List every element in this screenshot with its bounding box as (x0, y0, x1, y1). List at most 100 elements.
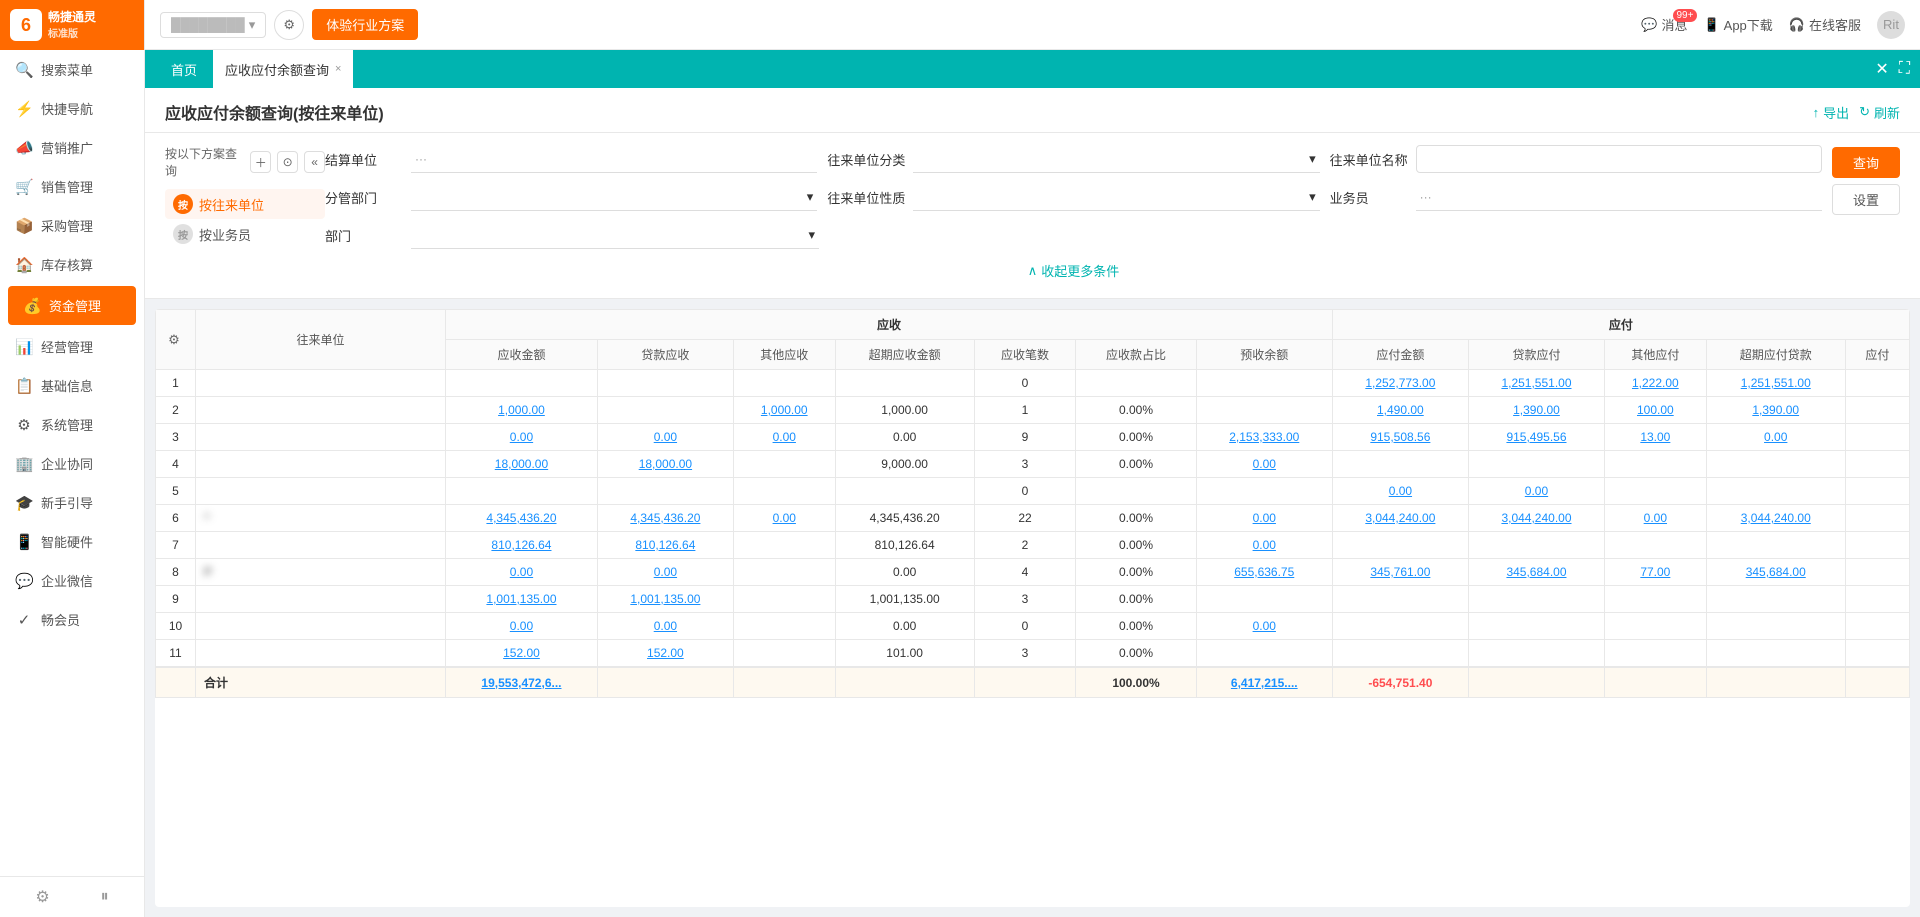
row-ar-amount[interactable]: 1,001,135.00 (446, 586, 598, 613)
row-ar-amount[interactable]: 0.00 (446, 559, 598, 586)
partner-name-input[interactable] (1416, 145, 1822, 173)
row-ar-prepaid[interactable]: 2,153,333.00 (1196, 424, 1332, 451)
footer-ar-prepaid[interactable]: 6,417,215.... (1196, 667, 1332, 698)
sidebar-item-member[interactable]: ✓ 畅会员 (0, 600, 144, 639)
row-ap-overdue[interactable]: 3,044,240.00 (1706, 505, 1845, 532)
row-ar-prepaid[interactable] (1196, 640, 1332, 668)
row-ar-prepaid[interactable]: 655,636.75 (1196, 559, 1332, 586)
row-ap-overdue[interactable] (1706, 451, 1845, 478)
sidebar-item-search[interactable]: 🔍 搜索菜单 (0, 50, 144, 89)
row-ap-amount[interactable]: 1,490.00 (1332, 397, 1468, 424)
user-avatar[interactable]: Rit (1877, 11, 1905, 39)
close-window-icon[interactable]: ✕ (1875, 59, 1888, 79)
collapse-scheme-button[interactable]: « (304, 151, 325, 173)
industry-button[interactable]: 体验行业方案 (312, 9, 418, 40)
row-ap-overdue[interactable]: 1,390.00 (1706, 397, 1845, 424)
col-settings-icon[interactable]: ⚙ (164, 330, 184, 350)
row-ar-amount[interactable]: 1,000.00 (446, 397, 598, 424)
row-ar-amount[interactable]: 0.00 (446, 424, 598, 451)
sidebar-item-finance[interactable]: 💰 资金管理 (8, 286, 136, 325)
row-ap-overdue[interactable] (1706, 640, 1845, 668)
row-ar-prepaid[interactable]: 0.00 (1196, 451, 1332, 478)
row-ap-loan[interactable]: 0.00 (1468, 478, 1604, 505)
row-ap-overdue[interactable]: 0.00 (1706, 424, 1845, 451)
scheme-by-salesman[interactable]: 按 按业务员 (165, 219, 325, 249)
export-button[interactable]: ↑ 导出 (1813, 103, 1850, 122)
refresh-button[interactable]: ↻ 刷新 (1859, 103, 1900, 122)
row-ap-loan[interactable] (1468, 613, 1604, 640)
row-ar-loan[interactable] (597, 370, 733, 397)
row-ap-overdue[interactable]: 345,684.00 (1706, 559, 1845, 586)
online-service-button[interactable]: 🎧 在线客服 (1789, 15, 1861, 34)
row-ap-amount[interactable]: 0.00 (1332, 478, 1468, 505)
row-ar-prepaid[interactable] (1196, 586, 1332, 613)
setting-button[interactable]: 设置 (1832, 184, 1900, 215)
table-wrapper[interactable]: ⚙ 往来单位 应收 应付 应收金额 贷款应收 其他应收 超期应收金额 应收笔数 (155, 309, 1910, 907)
row-ap-amount[interactable] (1332, 640, 1468, 668)
sidebar-item-system[interactable]: ⚙ 系统管理 (0, 405, 144, 444)
sidebar-item-inventory[interactable]: 🏠 库存核算 (0, 245, 144, 284)
row-ar-loan[interactable]: 0.00 (597, 424, 733, 451)
row-ap-other[interactable] (1605, 532, 1707, 559)
row-ar-amount[interactable]: 810,126.64 (446, 532, 598, 559)
row-ar-other[interactable] (733, 640, 835, 668)
company-selector[interactable]: ████████ ▾ (160, 12, 266, 38)
row-ar-other[interactable]: 0.00 (733, 505, 835, 532)
row-ap-amount[interactable]: 1,252,773.00 (1332, 370, 1468, 397)
row-ar-other[interactable] (733, 370, 835, 397)
row-ar-other[interactable] (733, 532, 835, 559)
row-ap-amount[interactable] (1332, 613, 1468, 640)
row-ar-amount[interactable]: 4,345,436.20 (446, 505, 598, 532)
gear-button[interactable]: ⚙ (274, 10, 304, 40)
row-ap-amount[interactable] (1332, 451, 1468, 478)
dept-select[interactable]: ▾ (411, 221, 819, 249)
row-ap-amount[interactable] (1332, 586, 1468, 613)
sidebar-item-corp[interactable]: 🏢 企业协同 (0, 444, 144, 483)
query-button[interactable]: 查询 (1832, 147, 1900, 178)
app-download-button[interactable]: 📱 App下载 (1703, 15, 1772, 34)
row-ar-amount[interactable]: 18,000.00 (446, 451, 598, 478)
row-ar-amount[interactable]: 152.00 (446, 640, 598, 668)
row-ar-other[interactable]: 1,000.00 (733, 397, 835, 424)
row-ar-amount[interactable] (446, 370, 598, 397)
row-ap-other[interactable] (1605, 586, 1707, 613)
row-ap-other[interactable] (1605, 478, 1707, 505)
salesman-input[interactable]: ··· (1416, 183, 1822, 211)
row-ar-prepaid[interactable] (1196, 478, 1332, 505)
row-ar-amount[interactable] (446, 478, 598, 505)
sidebar-item-wechat[interactable]: 💬 企业微信 (0, 561, 144, 600)
row-ap-amount[interactable] (1332, 532, 1468, 559)
row-ar-loan[interactable] (597, 478, 733, 505)
dept-manager-select[interactable]: ▾ (411, 183, 817, 211)
th-settings[interactable]: ⚙ (156, 310, 196, 370)
row-ap-overdue[interactable] (1706, 586, 1845, 613)
row-ap-loan[interactable]: 1,390.00 (1468, 397, 1604, 424)
row-ar-other[interactable] (733, 559, 835, 586)
row-ap-loan[interactable] (1468, 532, 1604, 559)
row-ap-loan[interactable]: 3,044,240.00 (1468, 505, 1604, 532)
row-ap-other[interactable] (1605, 640, 1707, 668)
partner-nature-select[interactable]: ▾ (913, 183, 1319, 211)
row-ar-loan[interactable]: 4,345,436.20 (597, 505, 733, 532)
row-ap-loan[interactable] (1468, 640, 1604, 668)
row-ar-loan[interactable] (597, 397, 733, 424)
footer-ar-amount[interactable]: 19,553,472,6... (446, 667, 598, 698)
tab-active[interactable]: 应收应付余额查询 × (213, 50, 353, 88)
scheme-by-partner[interactable]: 按 按往来单位 (165, 189, 325, 219)
row-ar-prepaid[interactable] (1196, 397, 1332, 424)
tab-close-icon[interactable]: × (335, 63, 341, 75)
row-ap-overdue[interactable] (1706, 532, 1845, 559)
sidebar-item-basic[interactable]: 📋 基础信息 (0, 366, 144, 405)
sidebar-item-sales[interactable]: 🛒 销售管理 (0, 167, 144, 206)
row-ar-loan[interactable]: 1,001,135.00 (597, 586, 733, 613)
row-ar-loan[interactable]: 0.00 (597, 559, 733, 586)
row-ar-other[interactable] (733, 613, 835, 640)
row-ap-overdue[interactable] (1706, 613, 1845, 640)
row-ar-loan[interactable]: 18,000.00 (597, 451, 733, 478)
row-ap-other[interactable]: 1,222.00 (1605, 370, 1707, 397)
row-ar-loan[interactable]: 810,126.64 (597, 532, 733, 559)
row-ar-other[interactable] (733, 451, 835, 478)
row-ap-other[interactable] (1605, 451, 1707, 478)
row-ap-other[interactable]: 77.00 (1605, 559, 1707, 586)
row-ar-other[interactable] (733, 586, 835, 613)
